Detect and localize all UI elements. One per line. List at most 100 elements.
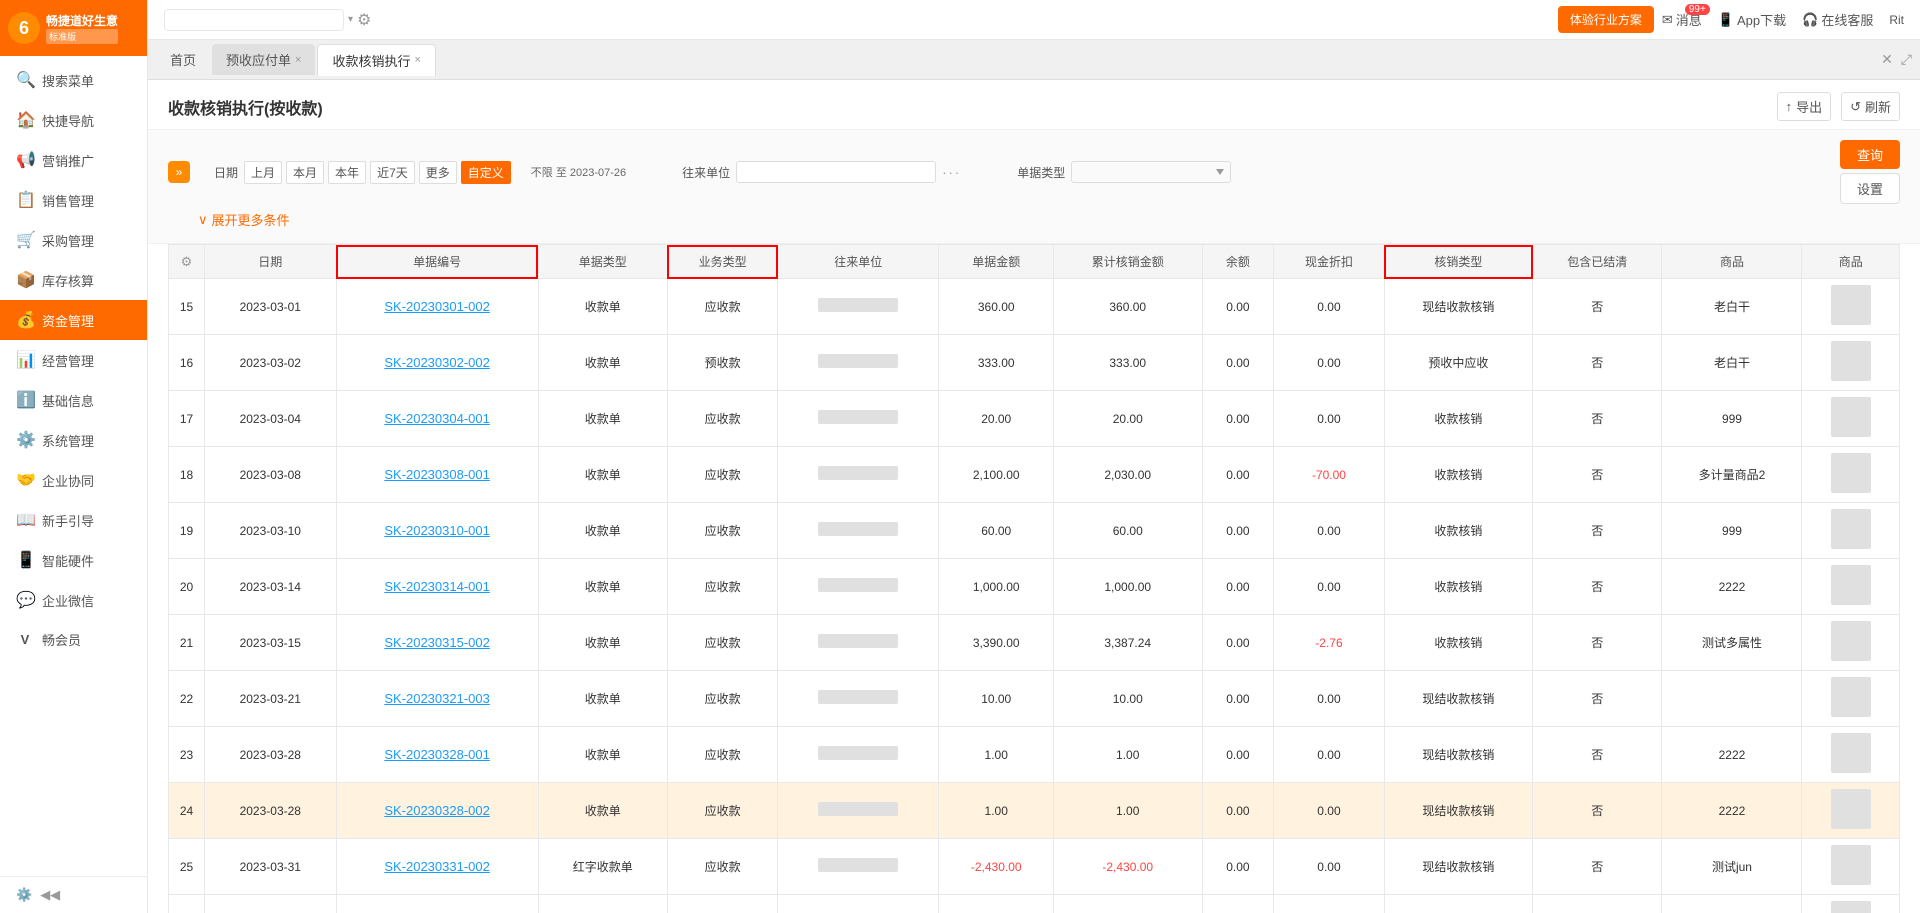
column-settings-icon[interactable]: ⚙ <box>181 254 193 269</box>
receipt-type-select[interactable] <box>1071 161 1231 183</box>
cell-bill-no[interactable]: SK-20230403-002 <box>336 895 538 913</box>
cell-bill-no[interactable]: SK-20230314-001 <box>336 559 538 615</box>
tab-expand-icon[interactable]: ⤢ <box>1901 51 1912 68</box>
bill-no-link[interactable]: SK-20230315-002 <box>384 635 490 650</box>
topbar-search-input[interactable] <box>164 9 344 31</box>
cell-bill-no[interactable]: SK-20230328-002 <box>336 783 538 839</box>
bill-no-link[interactable]: SK-20230328-002 <box>384 803 490 818</box>
cell-included: 否 <box>1533 615 1662 671</box>
tab-home[interactable]: 首页 <box>156 44 210 75</box>
tab-collection-close[interactable]: × <box>414 54 420 66</box>
sidebar-item-wechat[interactable]: 💬 企业微信 <box>0 580 147 620</box>
tab-close-all-icon[interactable]: ✕ <box>1881 51 1893 68</box>
cell-bill-no[interactable]: SK-20230304-001 <box>336 391 538 447</box>
date-btn-thismonth[interactable]: 本月 <box>286 161 324 184</box>
table-row: 23 2023-03-28 SK-20230328-001 收款单 应收款 1.… <box>169 727 1900 783</box>
enterprise-icon: 🤝 <box>16 470 34 490</box>
cell-bill-no[interactable]: SK-20230315-002 <box>336 615 538 671</box>
system-icon: ⚙️ <box>16 430 34 450</box>
expand-conditions-button[interactable]: ∨ 展开更多条件 <box>198 210 1900 229</box>
cell-date: 2023-03-21 <box>205 671 337 727</box>
setting-button[interactable]: 设置 <box>1840 173 1900 204</box>
bill-no-link[interactable]: SK-20230328-001 <box>384 747 490 762</box>
cell-discount: 0.00 <box>1274 783 1384 839</box>
cell-date: 2023-04-03 <box>205 895 337 913</box>
date-btn-lastmonth[interactable]: 上月 <box>244 161 282 184</box>
sidebar-item-hardware[interactable]: 📱 智能硬件 <box>0 540 147 580</box>
cell-date: 2023-03-28 <box>205 783 337 839</box>
home-icon: 🏠 <box>16 110 34 130</box>
bill-no-link[interactable]: SK-20230302-002 <box>384 355 490 370</box>
sidebar-item-purchase[interactable]: 🛒 采购管理 <box>0 220 147 260</box>
cell-bill-no[interactable]: SK-20230328-001 <box>336 727 538 783</box>
collapse-icon[interactable]: ◀◀ <box>40 887 60 903</box>
table-row: 15 2023-03-01 SK-20230301-002 收款单 应收款 36… <box>169 279 1900 335</box>
cell-discount: 0.00 <box>1274 839 1384 895</box>
tab-collection[interactable]: 收款核销执行 × <box>317 44 435 76</box>
sidebar-item-enterprise[interactable]: 🤝 企业协同 <box>0 460 147 500</box>
cell-biz-type: 应收款 <box>667 503 777 559</box>
sidebar-item-search[interactable]: 🔍 搜索菜单 <box>0 60 147 100</box>
date-btn-custom[interactable]: 自定义 <box>461 161 511 184</box>
date-btn-more[interactable]: 更多 <box>419 161 457 184</box>
cell-product2 <box>1802 447 1900 503</box>
bill-no-link[interactable]: SK-20230331-002 <box>384 859 490 874</box>
table-container[interactable]: ⚙ 日期 单据编号 单据类型 业务类型 往来单位 单据金额 累计核销金额 余额 … <box>148 244 1920 913</box>
bill-no-link[interactable]: SK-20230308-001 <box>384 467 490 482</box>
query-button[interactable]: 查询 <box>1840 140 1900 169</box>
cell-partner <box>778 783 939 839</box>
topbar-dropdown-icon[interactable]: ▾ <box>348 14 353 25</box>
cell-bill-no[interactable]: SK-20230321-003 <box>336 671 538 727</box>
cell-bill-no[interactable]: SK-20230310-001 <box>336 503 538 559</box>
sidebar-item-newguide[interactable]: 📖 新手引导 <box>0 500 147 540</box>
message-button[interactable]: ✉ 消息 99+ <box>1662 10 1702 29</box>
filter-date-buttons: 上月 本月 本年 近7天 更多 自定义 <box>244 161 511 184</box>
tab-prepay[interactable]: 预收应付单 × <box>212 44 315 75</box>
refresh-button[interactable]: ↺ 刷新 <box>1841 92 1900 121</box>
cell-bill-no[interactable]: SK-20230302-002 <box>336 335 538 391</box>
export-button[interactable]: ↑ 导出 <box>1777 92 1832 121</box>
partner-input[interactable] <box>736 161 936 183</box>
sidebar-item-quicknav[interactable]: 🏠 快捷导航 <box>0 100 147 140</box>
cell-bill-no[interactable]: SK-20230331-002 <box>336 839 538 895</box>
export-icon: ↑ <box>1786 99 1793 114</box>
tab-prepay-close[interactable]: × <box>295 54 301 66</box>
sidebar-item-vip[interactable]: V 畅会员 <box>0 620 147 659</box>
filter-toggle-button[interactable]: » <box>168 161 190 183</box>
sidebar-item-marketing[interactable]: 📢 营销推广 <box>0 140 147 180</box>
topbar: ▾ ⚙ 体验行业方案 ✉ 消息 99+ 📱 App下载 🎧 在线客服 Rit <box>148 0 1920 40</box>
user-label[interactable]: Rit <box>1889 13 1904 27</box>
bill-no-link[interactable]: SK-20230304-001 <box>384 411 490 426</box>
cell-write-off: 333.00 <box>1053 335 1202 391</box>
settings-bottom-icon[interactable]: ⚙️ <box>16 887 32 903</box>
app-download-button[interactable]: 📱 App下载 <box>1718 10 1786 29</box>
cell-date: 2023-03-01 <box>205 279 337 335</box>
topbar-gear-icon[interactable]: ⚙ <box>357 10 371 30</box>
date-btn-thisyear[interactable]: 本年 <box>328 161 366 184</box>
sidebar-item-basic[interactable]: ℹ️ 基础信息 <box>0 380 147 420</box>
solution-button[interactable]: 体验行业方案 <box>1558 6 1654 33</box>
cell-discount: 0.00 <box>1274 279 1384 335</box>
cell-date: 2023-03-15 <box>205 615 337 671</box>
cell-bill-type: 收款单 <box>538 447 667 503</box>
cell-bill-no[interactable]: SK-20230308-001 <box>336 447 538 503</box>
vip-icon: V <box>16 632 34 647</box>
cell-discount: 0.00 <box>1274 503 1384 559</box>
sidebar-item-sales[interactable]: 📋 销售管理 <box>0 180 147 220</box>
bill-no-link[interactable]: SK-20230310-001 <box>384 523 490 538</box>
tabbar: 首页 预收应付单 × 收款核销执行 × ✕ ⤢ <box>148 40 1920 80</box>
date-btn-7days[interactable]: 近7天 <box>370 161 415 184</box>
th-settings[interactable]: ⚙ <box>169 245 205 279</box>
hardware-icon: 📱 <box>16 550 34 570</box>
service-button[interactable]: 🎧 在线客服 <box>1802 10 1873 29</box>
finance-icon: 💰 <box>16 310 34 330</box>
cell-bill-no[interactable]: SK-20230301-002 <box>336 279 538 335</box>
sidebar-item-stock[interactable]: 📦 库存核算 <box>0 260 147 300</box>
bill-no-link[interactable]: SK-20230301-002 <box>384 299 490 314</box>
bill-no-link[interactable]: SK-20230321-003 <box>384 691 490 706</box>
sidebar-item-finance[interactable]: 💰 资金管理 <box>0 300 147 340</box>
filter-more-dots[interactable]: ··· <box>942 165 961 180</box>
sidebar-item-business[interactable]: 📊 经营管理 <box>0 340 147 380</box>
bill-no-link[interactable]: SK-20230314-001 <box>384 579 490 594</box>
sidebar-item-system[interactable]: ⚙️ 系统管理 <box>0 420 147 460</box>
